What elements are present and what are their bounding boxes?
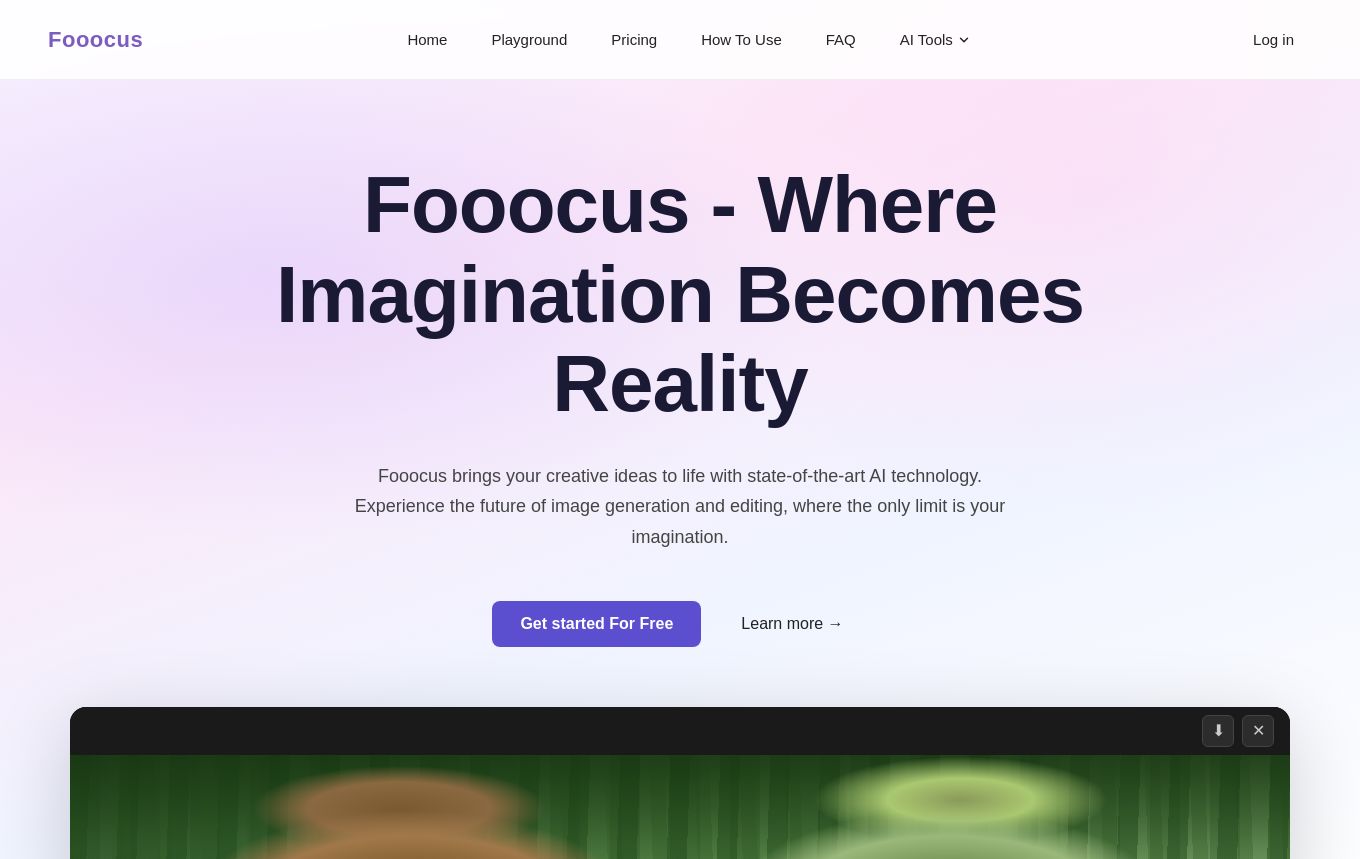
brand-logo[interactable]: Fooocus [48, 27, 143, 53]
hero-subtitle: Fooocus brings your creative ideas to li… [350, 461, 1010, 553]
navbar: Fooocus Home Playground Pricing How To U… [0, 0, 1360, 80]
close-button[interactable]: ✕ [1242, 715, 1274, 747]
hero-title: Fooocus - Where Imagination Becomes Real… [254, 160, 1106, 429]
get-started-button[interactable]: Get started For Free [492, 601, 701, 647]
nav-item-playground: Playground [473, 23, 585, 56]
nav-item-ai-tools: AI Tools [882, 23, 989, 56]
preview-topbar: ⬇ ✕ [70, 707, 1290, 755]
nav-item-faq: FAQ [808, 23, 874, 56]
preview-elf-scene [70, 755, 1290, 859]
nav-link-how-to-use[interactable]: How To Use [683, 23, 800, 56]
close-icon: ✕ [1252, 721, 1265, 740]
nav-link-home[interactable]: Home [389, 23, 465, 56]
hero-section: Fooocus - Where Imagination Becomes Real… [0, 0, 1360, 859]
download-button[interactable]: ⬇ [1202, 715, 1234, 747]
nav-link-faq[interactable]: FAQ [808, 23, 874, 56]
login-link[interactable]: Log in [1235, 23, 1312, 56]
preview-image [70, 755, 1290, 859]
nav-item-how-to-use: How To Use [683, 23, 800, 56]
nav-item-home: Home [389, 23, 465, 56]
nav-dropdown-ai-tools[interactable]: AI Tools [882, 23, 989, 56]
nav-links: Home Playground Pricing How To Use FAQ A… [389, 23, 988, 56]
chevron-down-icon [957, 33, 971, 47]
learn-more-button[interactable]: Learn more → [717, 601, 867, 647]
hero-content: Fooocus - Where Imagination Becomes Real… [230, 80, 1130, 707]
download-icon: ⬇ [1212, 721, 1225, 740]
nav-item-pricing: Pricing [593, 23, 675, 56]
nav-link-playground[interactable]: Playground [473, 23, 585, 56]
nav-link-pricing[interactable]: Pricing [593, 23, 675, 56]
preview-window: ⬇ ✕ [70, 707, 1290, 859]
hero-cta-group: Get started For Free Learn more → [492, 601, 867, 647]
